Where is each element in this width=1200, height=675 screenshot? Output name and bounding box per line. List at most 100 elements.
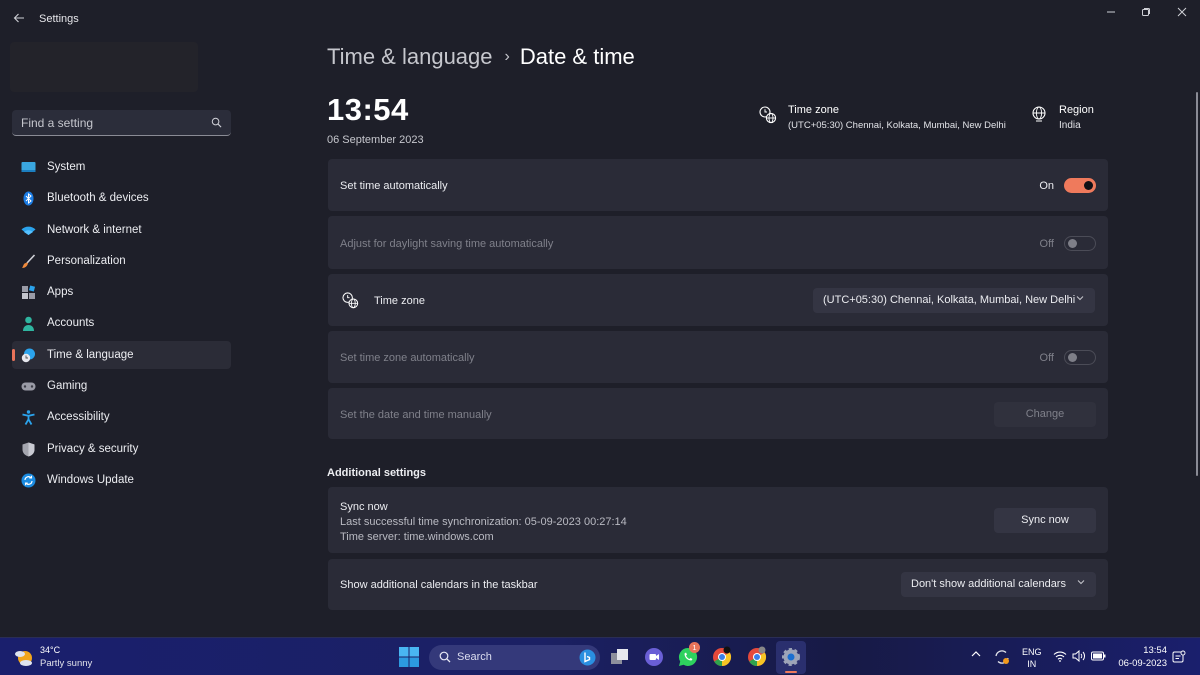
search-icon[interactable]	[211, 117, 222, 128]
time-zone-dropdown[interactable]: (UTC+05:30) Chennai, Kolkata, Mumbai, Ne…	[813, 288, 1095, 313]
sidebar-item-bluetooth[interactable]: Bluetooth & devices	[12, 184, 231, 212]
breadcrumb-parent-link[interactable]: Time & language	[327, 44, 493, 69]
chevron-up-icon	[971, 651, 981, 657]
active-app-indicator	[785, 671, 797, 673]
sidebar-item-label: Bluetooth & devices	[47, 192, 149, 205]
scrollbar[interactable]	[1196, 92, 1198, 476]
set-time-automatically-toggle[interactable]	[1064, 178, 1096, 193]
sync-now-card: Sync now Last successful time synchroniz…	[328, 487, 1108, 553]
battery-icon[interactable]	[1091, 651, 1106, 661]
sidebar-item-label: Time & language	[47, 348, 134, 361]
time-language-icon	[21, 348, 35, 362]
setting-label: Show additional calendars in the taskbar	[340, 579, 538, 591]
language-code: ENG	[1022, 647, 1042, 657]
minimize-icon	[1107, 11, 1115, 13]
weather-condition: Partly sunny	[40, 658, 93, 669]
bluetooth-icon	[23, 191, 34, 206]
chrome-profile-2-icon[interactable]	[746, 646, 768, 668]
toggle-state-label: Off	[1039, 238, 1054, 250]
daylight-saving-toggle[interactable]	[1064, 236, 1096, 251]
sidebar-item-label: Apps	[47, 286, 74, 299]
additional-settings-heading: Additional settings	[327, 467, 426, 479]
timezone-globe-icon	[342, 292, 359, 309]
app-title: Settings	[39, 13, 79, 25]
sidebar-item-system[interactable]: System	[12, 153, 231, 181]
sidebar-item-label: Privacy & security	[47, 442, 139, 455]
back-button[interactable]	[11, 11, 27, 27]
sidebar-item-label: Accounts	[47, 317, 95, 330]
setting-label: Set time automatically	[340, 180, 448, 192]
sidebar-item-label: Network & internet	[47, 223, 142, 236]
toggle-state-label: On	[1039, 180, 1054, 192]
shield-icon	[22, 442, 35, 457]
setting-label: Set the date and time manually	[340, 409, 492, 421]
setting-label: Set time zone automatically	[340, 352, 475, 364]
chevron-down-icon	[1077, 578, 1085, 588]
show-hidden-icons-button[interactable]	[971, 650, 981, 661]
settings-app-active[interactable]	[776, 641, 806, 674]
setting-label: Time zone	[374, 295, 425, 307]
sidebar-item-windows-update[interactable]: Windows Update	[12, 466, 231, 494]
sidebar-item-accessibility[interactable]: Accessibility	[12, 403, 231, 431]
toggle-knob	[1068, 239, 1077, 248]
set-time-zone-automatically-card: Set time zone automatically Off	[328, 331, 1108, 383]
taskbar-search-label: Search	[457, 651, 492, 663]
user-profile-block[interactable]	[10, 42, 198, 92]
volume-icon[interactable]	[1072, 650, 1086, 662]
taskbar-clock[interactable]: 13:54 06-09-2023	[1117, 644, 1167, 670]
sync-time-server: Time server: time.windows.com	[340, 531, 494, 543]
search-icon	[439, 651, 451, 663]
windows-update-icon	[21, 473, 36, 488]
dropdown-value: Don't show additional calendars	[911, 578, 1066, 590]
windows-start-icon[interactable]	[398, 646, 420, 668]
taskbar-date: 06-09-2023	[1118, 658, 1167, 669]
sidebar-item-label: Gaming	[47, 380, 88, 393]
sidebar-item-gaming[interactable]: Gaming	[12, 372, 231, 400]
active-indicator	[12, 348, 15, 361]
wifi-icon	[21, 226, 36, 235]
sidebar-item-label: Accessibility	[47, 411, 110, 424]
taskbar-search[interactable]: Search	[429, 645, 600, 670]
accounts-icon	[23, 317, 34, 332]
brush-icon	[22, 254, 36, 268]
change-button[interactable]: Change	[994, 402, 1096, 427]
timezone-value: (UTC+05:30) Chennai, Kolkata, Mumbai, Ne…	[788, 120, 1006, 131]
additional-calendars-dropdown[interactable]: Don't show additional calendars	[901, 572, 1096, 597]
toggle-state-label: Off	[1039, 352, 1054, 364]
notification-center-icon[interactable]	[1172, 650, 1186, 664]
gamepad-icon	[21, 382, 36, 391]
chrome-profile-1-icon[interactable]	[711, 646, 733, 668]
sidebar-item-time-language[interactable]: Time & language	[12, 340, 231, 369]
sidebar-item-label: Windows Update	[47, 473, 134, 486]
sidebar-item-label: Personalization	[47, 254, 126, 267]
apps-icon	[22, 285, 36, 300]
teams-chat-icon[interactable]	[643, 646, 665, 668]
search-input[interactable]	[12, 110, 202, 135]
restore-button[interactable]	[1132, 6, 1160, 22]
taskbar-time: 13:54	[1143, 645, 1167, 656]
settings-gear-icon	[782, 648, 800, 666]
wifi-icon[interactable]	[1053, 650, 1067, 662]
dropdown-value: (UTC+05:30) Chennai, Kolkata, Mumbai, Ne…	[823, 294, 1076, 306]
close-button[interactable]	[1168, 6, 1196, 22]
sync-now-button[interactable]: Sync now	[994, 508, 1096, 533]
close-icon	[1177, 7, 1187, 17]
sidebar-nav: System Bluetooth & devices Network & int…	[12, 153, 231, 497]
weather-temperature: 34°C	[40, 645, 61, 655]
language-indicator[interactable]: ENG IN	[1022, 646, 1042, 670]
sidebar-item-privacy[interactable]: Privacy & security	[12, 435, 231, 463]
breadcrumb-separator: ›	[504, 48, 510, 65]
sidebar-item-personalization[interactable]: Personalization	[12, 247, 231, 275]
bing-icon[interactable]	[579, 649, 596, 666]
sync-status-icon[interactable]	[993, 648, 1011, 666]
set-date-time-manually-card: Set the date and time manually Change	[328, 388, 1108, 439]
minimize-button[interactable]	[1097, 6, 1125, 22]
sidebar-item-accounts[interactable]: Accounts	[12, 309, 231, 337]
sidebar-item-apps[interactable]: Apps	[12, 278, 231, 306]
timezone-globe-icon	[759, 106, 777, 124]
task-view-icon[interactable]	[609, 646, 631, 668]
partly-sunny-icon	[15, 651, 32, 666]
sidebar-item-network[interactable]: Network & internet	[12, 216, 231, 244]
set-time-zone-automatically-toggle[interactable]	[1064, 350, 1096, 365]
whatsapp-app[interactable]: 1	[677, 642, 700, 668]
